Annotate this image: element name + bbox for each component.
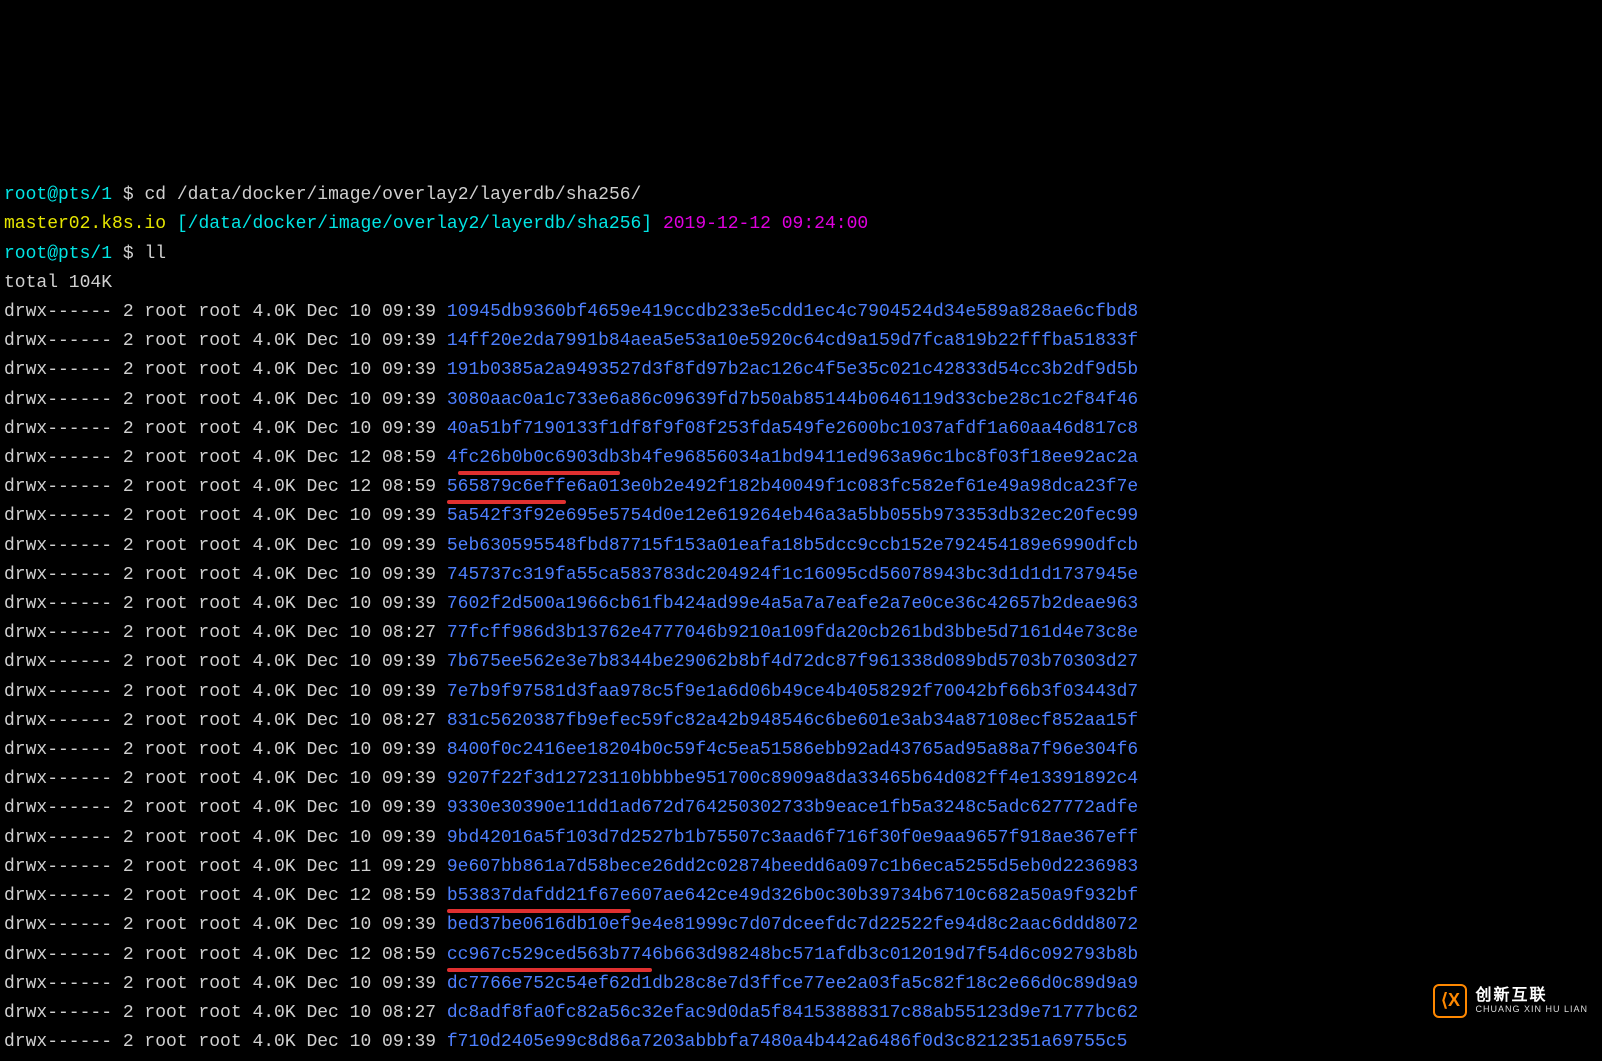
dir-name: 191b0385a2a9493527d3f8fd97b2ac126c4f5e35… <box>447 360 1138 380</box>
listing-meta: drwx------ 2 root root 4.0K Dec 10 09:39 <box>4 536 447 556</box>
listing-meta: drwx------ 2 root root 4.0K Dec 10 09:39 <box>4 565 447 585</box>
prompt-dollar: $ <box>123 185 134 205</box>
dir-name: 9330e30390e11dd1ad672d764250302733b9eace… <box>447 798 1138 818</box>
listing-meta: drwx------ 2 root root 4.0K Dec 10 08:27 <box>4 711 447 731</box>
listing-meta: drwx------ 2 root root 4.0K Dec 10 09:39 <box>4 682 447 702</box>
dir-name: dc7766e752c54ef62d1db28c8e7d3ffce77ee2a0… <box>447 974 1138 994</box>
dir-name: 745737c319fa55ca583783dc204924f1c16095cd… <box>447 565 1138 585</box>
prompt-dollar: $ <box>123 244 134 264</box>
dir-name: 7e7b9f97581d3faa978c5f9e1a6d06b49ce4b405… <box>447 682 1138 702</box>
listing-meta: drwx------ 2 root root 4.0K Dec 11 09:29 <box>4 857 447 877</box>
listing-meta: drwx------ 2 root root 4.0K Dec 10 09:39 <box>4 828 447 848</box>
listing-meta: drwx------ 2 root root 4.0K Dec 12 08:59 <box>4 886 447 906</box>
listing-meta: drwx------ 2 root root 4.0K Dec 10 09:39 <box>4 769 447 789</box>
listing-meta: drwx------ 2 root root 4.0K Dec 12 08:59 <box>4 448 447 468</box>
dir-name: 607ae642ce49d326b0c30b39734b6710c682a50a… <box>631 886 1139 906</box>
listing-meta: drwx------ 2 root root 4.0K Dec 12 08:59 <box>4 477 447 497</box>
dir-name: 9e607bb861a7d58bece26dd2c02874beedd6a097… <box>447 857 1138 877</box>
listing-meta: drwx------ 2 root root 4.0K Dec 10 09:39 <box>4 594 447 614</box>
banner-path: [/data/docker/image/overlay2/layerdb/sha… <box>177 214 652 234</box>
watermark-text-en: CHUANG XIN HU LIAN <box>1475 1005 1588 1015</box>
listing-meta: drwx------ 2 root root 4.0K Dec 10 09:39 <box>4 506 447 526</box>
dir-name: 5a542f3f92e695e5754d0e12e619264eb46a3a5b… <box>447 506 1138 526</box>
dir-name: 7b675ee562e3e7b8344be29062b8bf4d72dc87f9… <box>447 652 1138 672</box>
listing-meta: drwx------ 2 root root 4.0K Dec 10 09:39 <box>4 915 447 935</box>
listing-meta: drwx------ 2 root root 4.0K Dec 12 08:59 <box>4 945 447 965</box>
listing-meta: drwx------ 2 root root 4.0K Dec 10 08:27 <box>4 623 447 643</box>
command-cd: cd /data/docker/image/overlay2/layerdb/s… <box>144 185 641 205</box>
dir-name: 40a51bf7190133f1df8f9f08f253fda549fe2600… <box>447 419 1138 439</box>
underline-annotation <box>447 909 631 913</box>
dir-name: f710d2405e99c8d86a7203abbbfa7480a4b442a6… <box>447 1032 1128 1052</box>
dir-name: 14ff20e2da7991b84aea5e53a10e5920c64cd9a1… <box>447 331 1138 351</box>
listing-meta: drwx------ 2 root root 4.0K Dec 10 09:39 <box>4 974 447 994</box>
dir-name: 3b4fe96856034a1bd9411ed963a96c1bc8f03f18… <box>620 448 1138 468</box>
dir-name: 77fcff986d3b13762e4777046b9210a109fda20c… <box>447 623 1138 643</box>
banner-timestamp: 2019-12-12 09:24:00 <box>663 214 868 234</box>
command-ll: ll <box>144 244 166 264</box>
underline-annotation <box>447 968 652 972</box>
listing-meta: drwx------ 2 root root 4.0K Dec 10 09:39 <box>4 390 447 410</box>
dir-name: dc8adf8fa0fc82a56c32efac9d0da5f841538883… <box>447 1003 1138 1023</box>
directory-listing: drwx------ 2 root root 4.0K Dec 10 09:39… <box>4 298 1598 1057</box>
dir-name: 5eb630595548fbd87715f153a01eafa18b5dcc9c… <box>447 536 1138 556</box>
dir-name: 6b663d98248bc571afdb3c012019d7f54d6c0927… <box>652 945 1138 965</box>
dir-name-highlighted: cc967c529ced563b774 <box>447 941 652 970</box>
dir-name: 9bd42016a5f103d7d2527b1b75507c3aad6f716f… <box>447 828 1138 848</box>
dir-name: bed37be0616db10ef9e4e81999c7d07dceefdc7d… <box>447 915 1138 935</box>
listing-meta: drwx------ 2 root root 4.0K Dec 10 09:39 <box>4 740 447 760</box>
listing-meta: drwx------ 2 root root 4.0K Dec 10 09:39 <box>4 331 447 351</box>
underline-annotation <box>447 500 566 504</box>
listing-meta: drwx------ 2 root root 4.0K Dec 10 09:39 <box>4 798 447 818</box>
dir-name: 7602f2d500a1966cb61fb424ad99e4a5a7a7eafe… <box>447 594 1138 614</box>
dir-name: 4 <box>447 448 458 468</box>
terminal[interactable]: root@pts/1 $ cd /data/docker/image/overl… <box>0 146 1602 1061</box>
dir-name-highlighted: fc26b0b0c6903db <box>458 444 620 473</box>
dir-name-highlighted: 565879c6eff <box>447 473 566 502</box>
listing-meta: drwx------ 2 root root 4.0K Dec 10 09:39 <box>4 302 447 322</box>
dir-name: 9207f22f3d12723110bbbbe951700c8909a8da33… <box>447 769 1138 789</box>
listing-meta: drwx------ 2 root root 4.0K Dec 10 09:39 <box>4 419 447 439</box>
banner-host: master02.k8s.io <box>4 214 166 234</box>
dir-name: 3080aac0a1c733e6a86c09639fd7b50ab85144b0… <box>447 390 1138 410</box>
listing-meta: drwx------ 2 root root 4.0K Dec 10 09:39 <box>4 1032 447 1052</box>
listing-meta: drwx------ 2 root root 4.0K Dec 10 09:39 <box>4 360 447 380</box>
dir-name: e6a013e0b2e492f182b40049f1c083fc582ef61e… <box>566 477 1139 497</box>
dir-name: 8400f0c2416ee18204b0c59f4c5ea51586ebb92a… <box>447 740 1138 760</box>
listing-meta: drwx------ 2 root root 4.0K Dec 10 09:39 <box>4 652 447 672</box>
prompt-user: root@pts/1 <box>4 244 112 264</box>
watermark-logo-icon: ⟨X <box>1433 984 1467 1018</box>
dir-name-highlighted: b53837dafdd21f67e <box>447 882 631 911</box>
total-line: total 104K <box>4 273 112 293</box>
dir-name: 831c5620387fb9efec59fc82a42b948546c6be60… <box>447 711 1138 731</box>
dir-name: 10945db9360bf4659e419ccdb233e5cdd1ec4c79… <box>447 302 1138 322</box>
watermark: ⟨X 创新互联 CHUANG XIN HU LIAN <box>1433 984 1588 1018</box>
watermark-text-zh: 创新互联 <box>1475 987 1588 1005</box>
listing-meta: drwx------ 2 root root 4.0K Dec 10 08:27 <box>4 1003 447 1023</box>
prompt-user: root@pts/1 <box>4 185 112 205</box>
